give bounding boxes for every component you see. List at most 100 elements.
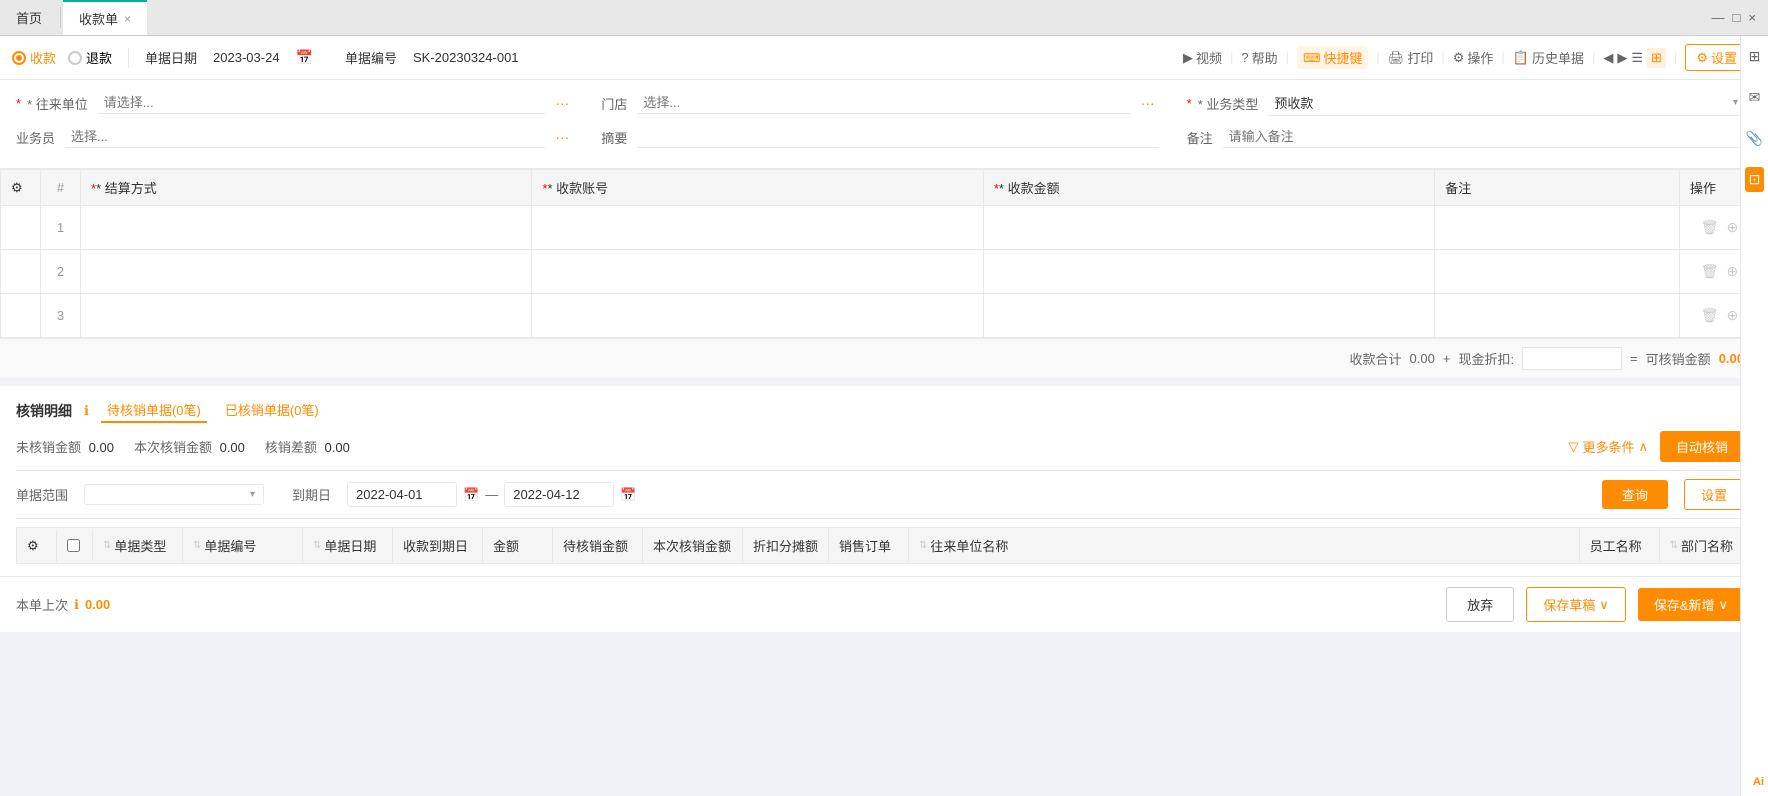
radio-income[interactable]: 收款 [12, 48, 56, 67]
query-btn[interactable]: 查询 [1602, 480, 1668, 509]
store-more[interactable]: ··· [1137, 95, 1159, 111]
close-icon[interactable]: × [1748, 10, 1756, 25]
toolbar-actions: ▶ 视频 | ? 帮助 | ⌨ 快捷键 | 🖨 打印 | [1183, 44, 1748, 71]
range-chevron: ▾ [250, 489, 255, 500]
discount-input[interactable] [1522, 347, 1622, 370]
layout-list[interactable]: ☰ [1631, 50, 1643, 66]
footer-last-label: 本单上次 [16, 595, 68, 614]
nav-next[interactable]: ▶ [1617, 50, 1627, 66]
row-delete-icon[interactable]: 🗑 [1701, 307, 1719, 324]
shortcut-btn[interactable]: ⌨ 快捷键 [1297, 46, 1368, 69]
radio-income-label: 收款 [30, 48, 56, 67]
bth-current-label: 本次核销金额 [653, 536, 731, 555]
sidebar-clip-icon[interactable]: 📎 [1742, 126, 1767, 151]
from-unit-input[interactable] [98, 92, 546, 114]
row-copy-icon[interactable]: ⊕ [1727, 219, 1739, 236]
history-icon: 📋 [1513, 50, 1529, 66]
bth-settings[interactable]: ⚙ [17, 530, 57, 562]
history-btn[interactable]: 📋 历史单据 [1513, 48, 1584, 67]
tab-bar: 首页 收款单 × — □ × [0, 0, 1768, 36]
th-settlement: ** 结算方式 [81, 170, 532, 206]
total-value: 0.00 [1410, 351, 1435, 366]
filter-settings-label: 设置 [1701, 488, 1727, 503]
sidebar-mail-icon[interactable]: ✉ [1745, 85, 1765, 110]
tab-home[interactable]: 首页 [0, 0, 58, 35]
calendar-start-icon[interactable]: 📅 [463, 487, 479, 503]
bth-checkbox[interactable] [57, 531, 93, 560]
staff-input[interactable] [65, 126, 545, 148]
minimize-icon[interactable]: — [1712, 10, 1725, 25]
row-delete-icon[interactable]: 🗑 [1701, 219, 1719, 236]
verify-tab-pending[interactable]: 待核销单据(0笔) [101, 398, 207, 423]
sort-icon: ⇅ [193, 540, 201, 551]
chevron-up-icon: ∧ [1638, 439, 1648, 455]
save-draft-button[interactable]: 保存草稿 ∨ [1526, 587, 1626, 622]
sidebar-table-icon[interactable]: ⊞ [1745, 44, 1765, 69]
operations-btn[interactable]: ⚙ 操作 [1453, 48, 1494, 67]
auto-verify-btn[interactable]: 自动核销 [1660, 431, 1744, 462]
help-btn[interactable]: ? 帮助 [1241, 48, 1277, 67]
abandon-button[interactable]: 放弃 [1446, 587, 1514, 622]
save-draft-label: 保存草稿 [1543, 595, 1595, 614]
calendar-icon[interactable]: 📅 [296, 49, 313, 66]
form-row-2: 业务员 ··· 摘要 备注 [16, 126, 1744, 148]
filter-icon: ▽ [1568, 439, 1578, 455]
tab-active[interactable]: 收款单 × [63, 0, 147, 35]
date-end-input[interactable] [504, 482, 614, 507]
save-new-button[interactable]: 保存&新增 ∨ [1638, 588, 1744, 621]
bth-dept-label: 部门名称 [1681, 536, 1733, 555]
shortcut-icon: ⌨ [1303, 51, 1320, 65]
biz-type-dropdown[interactable]: 预收款 ▾ [1268, 90, 1744, 116]
range-select[interactable]: ▾ [84, 484, 264, 505]
sidebar-expand-icon[interactable]: ⊡ [1745, 167, 1765, 192]
nav-prev[interactable]: ◀ [1603, 50, 1613, 66]
range-label: 单据范围 [16, 485, 68, 504]
form-area: * * 往来单位 ··· 门店 ··· * * 业务类型 预收款 ▾ [0, 80, 1760, 169]
staff-more[interactable]: ··· [551, 129, 573, 145]
print-btn[interactable]: 🖨 打印 [1388, 48, 1434, 67]
calendar-end-icon[interactable]: 📅 [620, 487, 636, 503]
verify-tab-done[interactable]: 已核销单据(0笔) [219, 398, 325, 423]
bth-current: 本次核销金额 [643, 528, 743, 563]
settings-button[interactable]: ⚙ 设置 [1685, 44, 1748, 71]
more-conditions-label: 更多条件 [1582, 437, 1634, 456]
from-required: * [16, 96, 21, 111]
video-label: 视频 [1196, 48, 1222, 67]
store-input[interactable] [637, 92, 1130, 114]
bth-from-unit: ⇅ 往来单位名称 [909, 528, 1580, 563]
row-delete-icon[interactable]: 🗑 [1701, 263, 1719, 280]
th-remark-label: 备注 [1445, 181, 1471, 196]
date-start-input[interactable] [347, 482, 457, 507]
ai-label[interactable]: Ai [1753, 776, 1764, 788]
radio-refund[interactable]: 退款 [68, 48, 112, 67]
top-toolbar: 收款 退款 单据日期 2023-03-24 📅 单据编号 SK-20230324… [0, 36, 1760, 80]
select-all-checkbox[interactable] [67, 539, 80, 552]
radio-refund-circle [68, 51, 82, 65]
right-sidebar: ⊞ ✉ 📎 ⊡ Ai [1740, 36, 1768, 796]
filter-settings-btn[interactable]: 设置 [1684, 479, 1744, 510]
more-conditions-btn[interactable]: ▽ 更多条件 ∧ [1568, 437, 1648, 456]
from-unit-more[interactable]: ··· [551, 95, 573, 111]
biz-type-value: 预收款 [1274, 93, 1313, 112]
th-settings[interactable]: ⚙ [1, 170, 41, 206]
sort-icon: ⇅ [103, 540, 111, 551]
video-btn[interactable]: ▶ 视频 [1183, 48, 1222, 67]
table-row: 1 🗑 ⊕ [1, 206, 1760, 250]
bth-bill-num: ⇅ 单据编号 [183, 528, 303, 563]
shortcut-label: 快捷键 [1323, 48, 1362, 67]
tab-close-icon[interactable]: × [124, 12, 131, 26]
layout-grid[interactable]: ⊞ [1647, 48, 1666, 68]
summary-input[interactable] [637, 126, 1158, 148]
verify-info-icon[interactable]: ℹ [84, 403, 89, 419]
summary-label: 摘要 [601, 128, 627, 147]
bth-pending: 待核销金额 [553, 528, 643, 563]
maximize-icon[interactable]: □ [1733, 10, 1741, 25]
th-remark: 备注 [1435, 170, 1680, 206]
row-copy-icon[interactable]: ⊕ [1727, 307, 1739, 324]
remark-input[interactable] [1223, 126, 1744, 148]
operations-icon: ⚙ [1453, 50, 1465, 66]
footer-info-icon[interactable]: ℹ [74, 597, 79, 613]
help-icon: ? [1241, 50, 1248, 65]
row-copy-icon[interactable]: ⊕ [1727, 263, 1739, 280]
th-account: ** 收款账号 [532, 170, 983, 206]
